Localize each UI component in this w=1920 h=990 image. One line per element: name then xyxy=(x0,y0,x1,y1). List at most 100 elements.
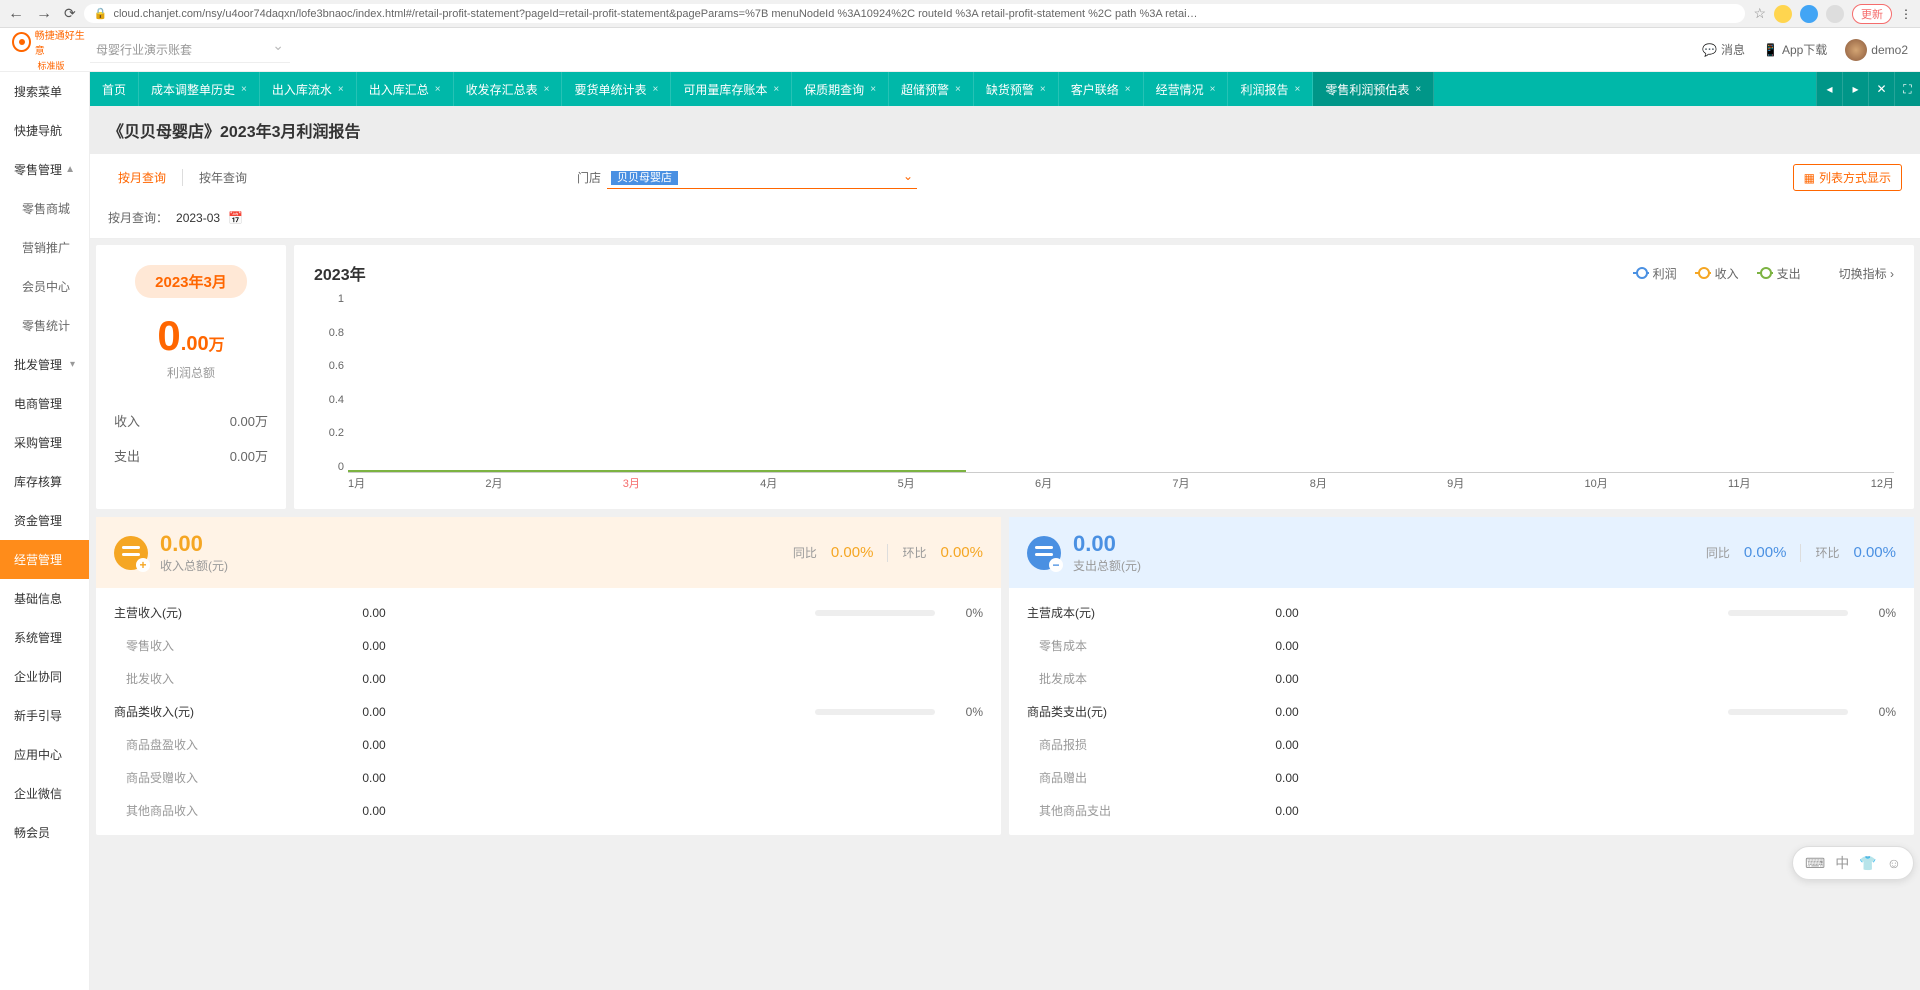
forward-icon[interactable]: → xyxy=(36,5,52,23)
income-yoy: 0.00% xyxy=(831,544,874,561)
sidebar-item[interactable]: 批发管理▾ xyxy=(0,345,89,384)
sidebar-item[interactable]: 零售商城 xyxy=(0,189,89,228)
data-row: 其他商品收入0.00 xyxy=(114,794,983,827)
data-row: 商品报损0.00 xyxy=(1027,728,1896,761)
tabs-next[interactable]: ▸ xyxy=(1842,72,1868,106)
calendar-icon[interactable]: 📅 xyxy=(228,211,243,225)
x-tick: 1月 xyxy=(348,475,365,493)
legend-dot-icon xyxy=(1633,272,1649,274)
org-selector[interactable]: 母婴行业演示账套 xyxy=(90,37,290,63)
refresh-ext-button[interactable]: 更新 xyxy=(1852,4,1892,24)
sidebar-item[interactable]: 新手引导 xyxy=(0,696,89,735)
sidebar-item[interactable]: 采购管理 xyxy=(0,423,89,462)
x-tick: 4月 xyxy=(760,475,777,493)
back-icon[interactable]: ← xyxy=(8,5,24,23)
chart-title: 2023年 xyxy=(314,261,366,285)
sidebar-item[interactable]: 快捷导航 xyxy=(0,111,89,150)
sidebar-item[interactable]: 企业微信 xyxy=(0,774,89,813)
expense-yoy: 0.00% xyxy=(1744,544,1787,561)
close-icon[interactable]: × xyxy=(544,84,550,95)
filter-box: 按月查询 按年查询 门店 贝贝母婴店 ⌄ ▦ 列表方式显示 按月查询： xyxy=(90,154,1920,239)
close-icon[interactable]: × xyxy=(1125,84,1131,95)
sidebar-item[interactable]: 会员中心 xyxy=(0,267,89,306)
legend-dot-icon xyxy=(1757,272,1773,274)
legend-expense[interactable]: 支出 xyxy=(1757,265,1801,282)
app-download-link[interactable]: 📱 App下载 xyxy=(1763,41,1827,58)
close-icon[interactable]: × xyxy=(1040,84,1046,95)
tab[interactable]: 成本调整单历史× xyxy=(139,72,260,106)
y-tick: 0.8 xyxy=(314,327,344,339)
float-widget[interactable]: ⌨ 中 👕 ☺ xyxy=(1792,846,1914,880)
tab[interactable]: 出入库流水× xyxy=(260,72,357,106)
sidebar-item[interactable]: 零售管理▲ xyxy=(0,150,89,189)
tab-query-month[interactable]: 按月查询 xyxy=(108,165,176,190)
ime-label[interactable]: 中 xyxy=(1835,853,1849,873)
tab[interactable]: 收发存汇总表× xyxy=(454,72,563,106)
tabs-close-all[interactable]: ✕ xyxy=(1868,72,1894,106)
close-icon[interactable]: × xyxy=(1294,84,1300,95)
close-icon[interactable]: × xyxy=(1210,84,1216,95)
menu-icon[interactable]: ⋮ xyxy=(1900,7,1912,21)
data-row: 商品类收入(元)0.000% xyxy=(114,695,983,728)
expense-total-label: 支出总额(元) xyxy=(1073,557,1141,574)
extension-icon[interactable] xyxy=(1800,5,1818,23)
tabs-fullscreen[interactable]: ⛶ xyxy=(1894,72,1920,106)
user-menu[interactable]: demo2 xyxy=(1845,39,1908,61)
profit-total: 0.00万 xyxy=(114,312,268,360)
extension-icon[interactable] xyxy=(1826,5,1844,23)
url-text: cloud.chanjet.com/nsy/u4oor74daqxn/lofe3… xyxy=(113,8,1197,20)
sidebar-item[interactable]: 应用中心 xyxy=(0,735,89,774)
shirt-icon[interactable]: 👕 xyxy=(1859,855,1876,872)
sidebar-item[interactable]: 搜索菜单 xyxy=(0,72,89,111)
tab[interactable]: 超储预警× xyxy=(889,72,974,106)
close-icon[interactable]: × xyxy=(435,84,441,95)
tab[interactable]: 可用量库存账本× xyxy=(671,72,792,106)
tab-query-year[interactable]: 按年查询 xyxy=(189,165,257,190)
sidebar-item[interactable]: 资金管理 xyxy=(0,501,89,540)
close-icon[interactable]: × xyxy=(241,84,247,95)
sidebar-item[interactable]: 畅会员 xyxy=(0,813,89,852)
list-view-button[interactable]: ▦ 列表方式显示 xyxy=(1793,164,1902,191)
chart-plot: 10.80.60.40.20 1月2月3月4月5月6月7月8月9月10月11月1… xyxy=(314,293,1894,493)
tab[interactable]: 出入库汇总× xyxy=(357,72,454,106)
x-tick: 3月 xyxy=(623,475,640,493)
keyboard-icon[interactable]: ⌨ xyxy=(1805,855,1825,872)
tab[interactable]: 缺货预警× xyxy=(974,72,1059,106)
sidebar-item[interactable]: 系统管理 xyxy=(0,618,89,657)
store-select[interactable]: 贝贝母婴店 ⌄ xyxy=(607,166,917,189)
url-bar[interactable]: 🔒 cloud.chanjet.com/nsy/u4oor74daqxn/lof… xyxy=(84,4,1746,23)
messages-link[interactable]: 💬 消息 xyxy=(1702,41,1745,58)
sidebar-item[interactable]: 经营管理 xyxy=(0,540,89,579)
bookmark-icon[interactable]: ☆ xyxy=(1753,5,1766,22)
switch-indicator-button[interactable]: 切换指标 › xyxy=(1839,265,1894,282)
close-icon[interactable]: × xyxy=(1415,84,1421,95)
emoji-icon[interactable]: ☺ xyxy=(1887,855,1901,871)
tab[interactable]: 利润报告× xyxy=(1228,72,1313,106)
legend-income[interactable]: 收入 xyxy=(1695,265,1739,282)
sidebar-item[interactable]: 零售统计 xyxy=(0,306,89,345)
sidebar-item[interactable]: 库存核算 xyxy=(0,462,89,501)
close-icon[interactable]: × xyxy=(870,84,876,95)
close-icon[interactable]: × xyxy=(652,84,658,95)
y-tick: 0.6 xyxy=(314,360,344,372)
sidebar-item[interactable]: 营销推广 xyxy=(0,228,89,267)
sidebar-item[interactable]: 电商管理 xyxy=(0,384,89,423)
sidebar-item[interactable]: 基础信息 xyxy=(0,579,89,618)
tab[interactable]: 零售利润预估表× xyxy=(1313,72,1434,106)
reload-icon[interactable]: ⟳ xyxy=(64,5,76,23)
tab[interactable]: 客户联络× xyxy=(1059,72,1144,106)
extension-icon[interactable] xyxy=(1774,5,1792,23)
content: 首页成本调整单历史×出入库流水×出入库汇总×收发存汇总表×要货单统计表×可用量库… xyxy=(90,72,1920,990)
close-icon[interactable]: × xyxy=(955,84,961,95)
tab[interactable]: 要货单统计表× xyxy=(562,72,671,106)
tabs-prev[interactable]: ◂ xyxy=(1816,72,1842,106)
tab[interactable]: 保质期查询× xyxy=(792,72,889,106)
data-row: 主营收入(元)0.000% xyxy=(114,596,983,629)
close-icon[interactable]: × xyxy=(338,84,344,95)
close-icon[interactable]: × xyxy=(773,84,779,95)
x-tick: 12月 xyxy=(1871,475,1894,493)
tab[interactable]: 首页 xyxy=(90,72,139,106)
legend-profit[interactable]: 利润 xyxy=(1633,265,1677,282)
sidebar-item[interactable]: 企业协同 xyxy=(0,657,89,696)
tab[interactable]: 经营情况× xyxy=(1144,72,1229,106)
